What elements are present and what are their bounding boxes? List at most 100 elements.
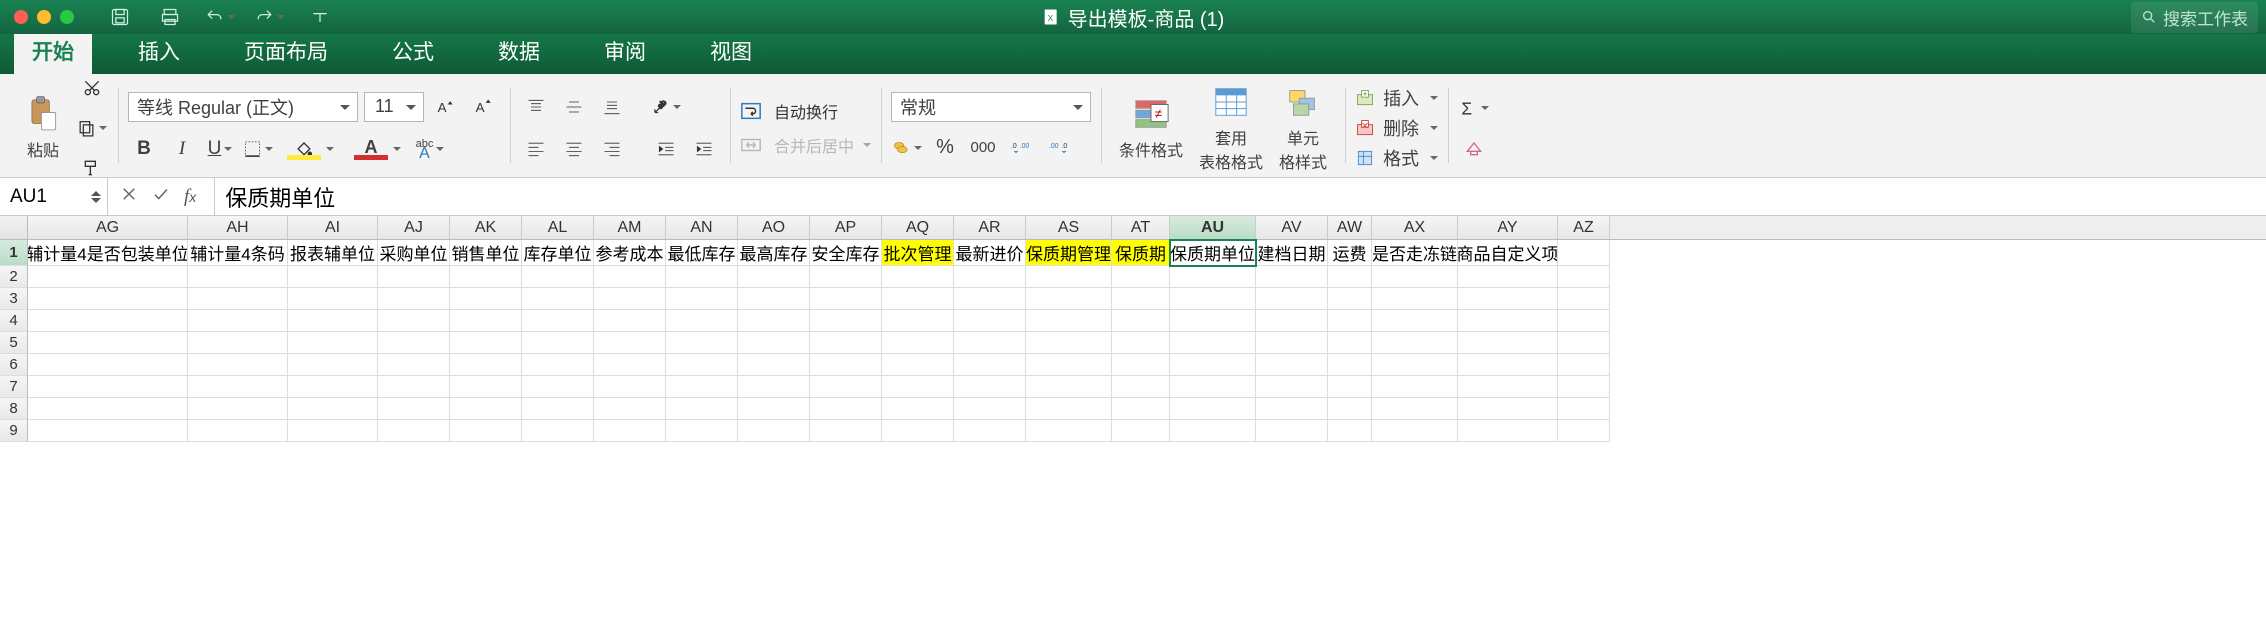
cell-AQ4[interactable] xyxy=(882,310,954,332)
row-header-2[interactable]: 2 xyxy=(0,266,28,288)
fill-color-button[interactable] xyxy=(280,133,341,165)
cell-AS8[interactable] xyxy=(1026,398,1112,420)
cell-AT7[interactable] xyxy=(1112,376,1170,398)
cell-AM1[interactable]: 参考成本 xyxy=(594,240,666,266)
cell-AV9[interactable] xyxy=(1256,420,1328,442)
cell-AL4[interactable] xyxy=(522,310,594,332)
cell-AG8[interactable] xyxy=(28,398,188,420)
cell-AM9[interactable] xyxy=(594,420,666,442)
cell-AJ1[interactable]: 采购单位 xyxy=(378,240,450,266)
cell-AT5[interactable] xyxy=(1112,332,1170,354)
cell-AH2[interactable] xyxy=(188,266,288,288)
cell-AU2[interactable] xyxy=(1170,266,1256,288)
col-header-AI[interactable]: AI xyxy=(288,216,378,239)
align-right-button[interactable] xyxy=(596,133,628,165)
col-header-AV[interactable]: AV xyxy=(1256,216,1328,239)
cell-AW2[interactable] xyxy=(1328,266,1372,288)
cell-AU3[interactable] xyxy=(1170,288,1256,310)
cell-AN3[interactable] xyxy=(666,288,738,310)
cell-AJ8[interactable] xyxy=(378,398,450,420)
cell-AJ4[interactable] xyxy=(378,310,450,332)
cell-AW1[interactable]: 运费 xyxy=(1328,240,1372,266)
increase-decimal-button[interactable]: .0.00 xyxy=(1005,132,1037,164)
cell-AO7[interactable] xyxy=(738,376,810,398)
cell-AI8[interactable] xyxy=(288,398,378,420)
cell-AY1[interactable]: 商品自定义项 xyxy=(1458,240,1558,266)
cell-AX5[interactable] xyxy=(1372,332,1458,354)
decrease-decimal-button[interactable]: .00.0 xyxy=(1043,132,1075,164)
cell-AS7[interactable] xyxy=(1026,376,1112,398)
cell-AK8[interactable] xyxy=(450,398,522,420)
font-name-select[interactable]: 等线 Regular (正文) xyxy=(128,92,358,122)
cell-AM8[interactable] xyxy=(594,398,666,420)
cell-AX8[interactable] xyxy=(1372,398,1458,420)
cell-AO6[interactable] xyxy=(738,354,810,376)
increase-indent-button[interactable] xyxy=(688,133,720,165)
col-header-AM[interactable]: AM xyxy=(594,216,666,239)
col-header-AQ[interactable]: AQ xyxy=(882,216,954,239)
col-header-AY[interactable]: AY xyxy=(1458,216,1558,239)
cell-AL8[interactable] xyxy=(522,398,594,420)
cell-AQ2[interactable] xyxy=(882,266,954,288)
cell-AK6[interactable] xyxy=(450,354,522,376)
maximize-window-button[interactable] xyxy=(60,10,74,24)
tab-审阅[interactable]: 审阅 xyxy=(586,30,664,74)
cell-AH4[interactable] xyxy=(188,310,288,332)
cell-AQ1[interactable]: 批次管理 xyxy=(882,240,954,266)
cell-AG3[interactable] xyxy=(28,288,188,310)
cell-AR7[interactable] xyxy=(954,376,1026,398)
col-header-AX[interactable]: AX xyxy=(1372,216,1458,239)
decrease-font-button[interactable]: A xyxy=(468,91,500,123)
cell-AI1[interactable]: 报表辅单位 xyxy=(288,240,378,266)
row-header-3[interactable]: 3 xyxy=(0,288,28,310)
redo-button[interactable] xyxy=(254,1,286,33)
cell-AY7[interactable] xyxy=(1458,376,1558,398)
cell-AJ6[interactable] xyxy=(378,354,450,376)
cut-button[interactable] xyxy=(76,72,108,104)
name-box[interactable]: AU1 xyxy=(0,178,108,215)
cell-AG5[interactable] xyxy=(28,332,188,354)
row-header-4[interactable]: 4 xyxy=(0,310,28,332)
border-button[interactable] xyxy=(242,133,274,165)
grid[interactable]: 1辅计量4是否包装单位辅计量4条码报表辅单位采购单位销售单位库存单位参考成本最低… xyxy=(0,240,2266,442)
col-header-AT[interactable]: AT xyxy=(1112,216,1170,239)
cell-AK4[interactable] xyxy=(450,310,522,332)
cell-AZ3[interactable] xyxy=(1558,288,1610,310)
cell-AR1[interactable]: 最新进价 xyxy=(954,240,1026,266)
cell-AI2[interactable] xyxy=(288,266,378,288)
format-cells-button[interactable]: 格式 xyxy=(1355,144,1438,172)
cell-AV2[interactable] xyxy=(1256,266,1328,288)
cell-AO8[interactable] xyxy=(738,398,810,420)
cell-AY5[interactable] xyxy=(1458,332,1558,354)
cell-AT3[interactable] xyxy=(1112,288,1170,310)
row-header-1[interactable]: 1 xyxy=(0,240,28,266)
cell-AN2[interactable] xyxy=(666,266,738,288)
confirm-edit-button[interactable] xyxy=(152,185,170,209)
print-icon[interactable] xyxy=(154,1,186,33)
tab-开始[interactable]: 开始 xyxy=(14,30,92,74)
align-top-button[interactable] xyxy=(520,91,552,123)
cell-AG1[interactable]: 辅计量4是否包装单位 xyxy=(28,240,188,266)
tab-页面布局[interactable]: 页面布局 xyxy=(226,30,346,74)
cell-AK5[interactable] xyxy=(450,332,522,354)
cell-AV4[interactable] xyxy=(1256,310,1328,332)
cell-AQ9[interactable] xyxy=(882,420,954,442)
cell-AO4[interactable] xyxy=(738,310,810,332)
cell-AU5[interactable] xyxy=(1170,332,1256,354)
cell-AW7[interactable] xyxy=(1328,376,1372,398)
cell-AJ2[interactable] xyxy=(378,266,450,288)
cell-AR2[interactable] xyxy=(954,266,1026,288)
cell-AK2[interactable] xyxy=(450,266,522,288)
cell-AP8[interactable] xyxy=(810,398,882,420)
font-color-button[interactable]: A xyxy=(347,133,408,165)
cell-AY9[interactable] xyxy=(1458,420,1558,442)
cell-AU4[interactable] xyxy=(1170,310,1256,332)
cell-AN1[interactable]: 最低库存 xyxy=(666,240,738,266)
cell-AS9[interactable] xyxy=(1026,420,1112,442)
number-format-select[interactable]: 常规 xyxy=(891,92,1091,122)
cell-AS3[interactable] xyxy=(1026,288,1112,310)
cell-AH1[interactable]: 辅计量4条码 xyxy=(188,240,288,266)
close-window-button[interactable] xyxy=(14,10,28,24)
cell-AH6[interactable] xyxy=(188,354,288,376)
cell-AN4[interactable] xyxy=(666,310,738,332)
